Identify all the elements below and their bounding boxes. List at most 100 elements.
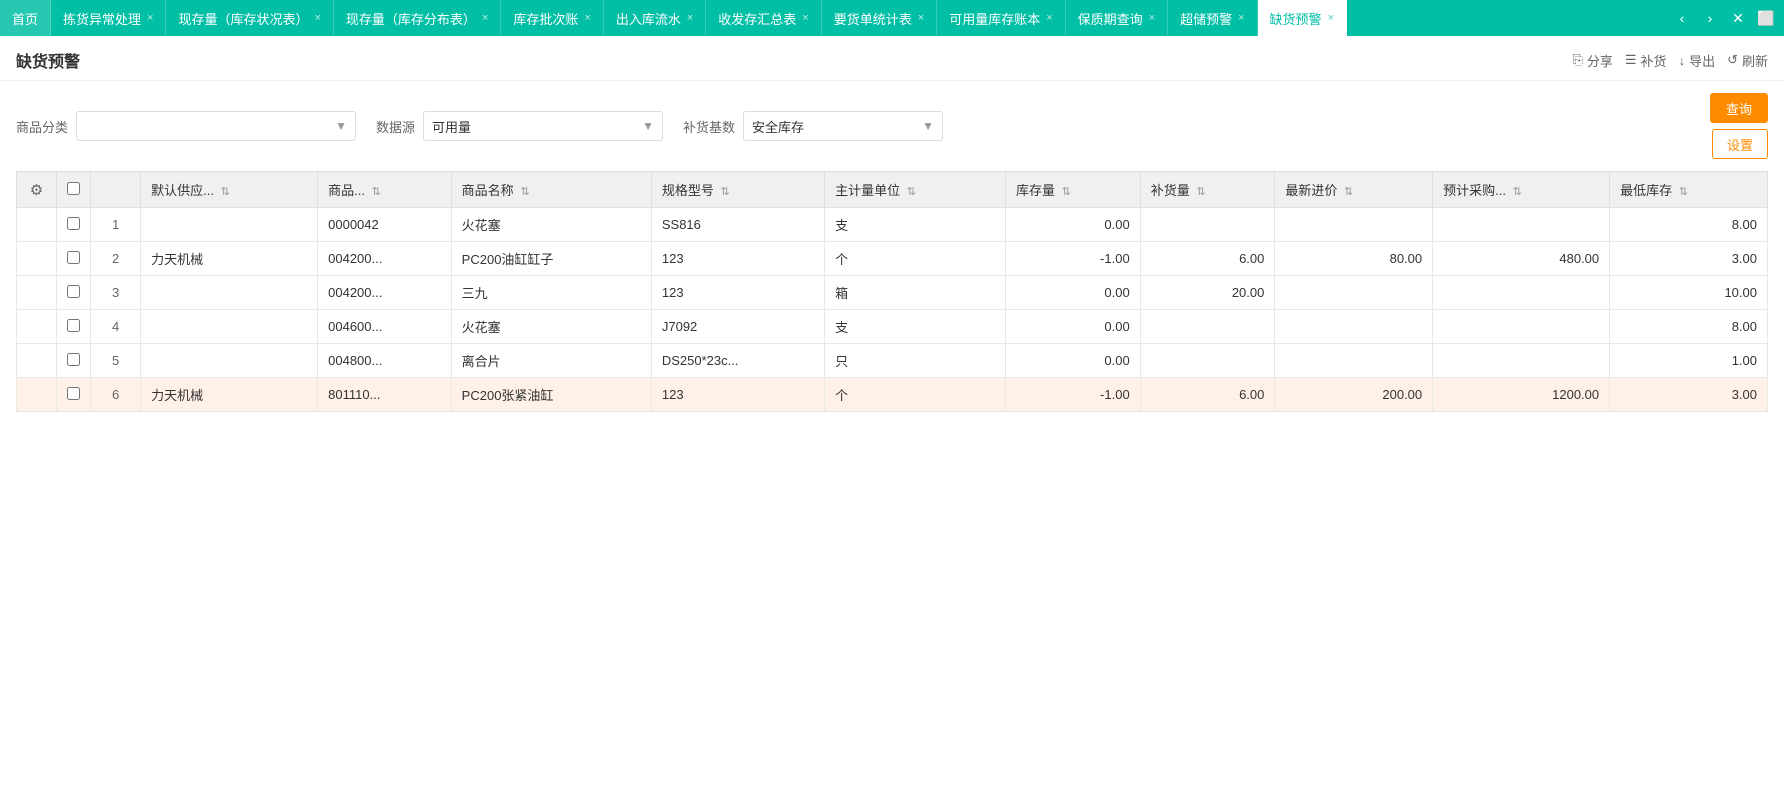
nav-tab-4-close[interactable]: × <box>584 12 590 24</box>
row-est-purchase: 480.00 <box>1433 242 1610 276</box>
table-row: 4 004600... 火花塞 J7092 支 0.00 8.00 <box>17 310 1768 344</box>
row-replenish <box>1140 344 1275 378</box>
nav-tab-5-close[interactable]: × <box>687 12 693 24</box>
col-product-name-label: 商品名称 <box>462 183 514 198</box>
row-checkbox-cell <box>57 242 91 276</box>
category-arrow-icon: ▼ <box>335 119 347 133</box>
row-spec: 123 <box>651 276 824 310</box>
nav-tab-9-close[interactable]: × <box>1149 12 1155 24</box>
row-product-code: 0000042 <box>318 208 452 242</box>
row-settings-cell <box>17 208 57 242</box>
nav-tab-2[interactable]: 现存量（库存状况表） × <box>166 0 333 36</box>
col-replenish[interactable]: 补货量 ⇅ <box>1140 172 1275 208</box>
nav-close-button[interactable]: ✕ <box>1724 4 1752 32</box>
row-est-purchase <box>1433 208 1610 242</box>
row-checkbox-0[interactable] <box>67 217 80 230</box>
col-est-purchase[interactable]: 预计采购... ⇅ <box>1433 172 1610 208</box>
settings-button[interactable]: 设置 <box>1712 129 1768 159</box>
col-unit[interactable]: 主计量单位 ⇅ <box>825 172 1006 208</box>
table-row: 6 力天机械 801110... PC200张紧油缸 123 个 -1.00 6… <box>17 378 1768 412</box>
nav-maximize-button[interactable]: ⬜ <box>1752 4 1780 32</box>
row-product-name: 火花塞 <box>451 208 651 242</box>
col-product-code[interactable]: 商品... ⇅ <box>318 172 452 208</box>
refresh-button[interactable]: ↺ 刷新 <box>1727 51 1768 70</box>
nav-tab-4[interactable]: 库存批次账 × <box>501 0 603 36</box>
row-checkbox-1[interactable] <box>67 251 80 264</box>
nav-tab-11-close[interactable]: × <box>1328 12 1334 24</box>
nav-tab-1[interactable]: 拣货异常处理 × <box>51 0 166 36</box>
row-checkbox-2[interactable] <box>67 285 80 298</box>
col-latest-price[interactable]: 最新进价 ⇅ <box>1275 172 1433 208</box>
datasource-select[interactable]: 可用量 ▼ <box>423 111 663 141</box>
row-checkbox-cell <box>57 310 91 344</box>
sort-spec-icon: ⇅ <box>721 186 730 198</box>
row-checkbox-5[interactable] <box>67 387 80 400</box>
row-product-code: 004200... <box>318 242 452 276</box>
row-min-stock: 8.00 <box>1610 310 1768 344</box>
replenish-button[interactable]: ☰ 补货 <box>1625 51 1667 70</box>
row-spec: DS250*23c... <box>651 344 824 378</box>
row-unit: 箱 <box>825 276 1006 310</box>
col-stock[interactable]: 库存量 ⇅ <box>1006 172 1141 208</box>
nav-prev-button[interactable]: ‹ <box>1668 4 1696 32</box>
nav-tab-8-close[interactable]: × <box>1046 12 1052 24</box>
col-settings[interactable]: ⚙ <box>17 172 57 208</box>
row-num: 5 <box>91 344 141 378</box>
col-stock-label: 库存量 <box>1016 183 1055 198</box>
nav-tab-6[interactable]: 收发存汇总表 × <box>706 0 821 36</box>
page-title: 缺货预警 <box>16 48 80 72</box>
share-icon: ⎘ <box>1572 52 1582 68</box>
select-all-checkbox[interactable] <box>67 182 80 195</box>
row-est-purchase: 1200.00 <box>1433 378 1610 412</box>
col-product-name[interactable]: 商品名称 ⇅ <box>451 172 651 208</box>
nav-tab-3[interactable]: 现存量（库存分布表） × <box>334 0 501 36</box>
filter-buttons: 查询 设置 <box>1710 93 1768 159</box>
category-select[interactable]: ▼ <box>76 111 356 141</box>
nav-tab-7-label: 要货单统计表 <box>834 9 912 28</box>
row-checkbox-4[interactable] <box>67 353 80 366</box>
share-button[interactable]: ⎘ 分享 <box>1572 51 1612 70</box>
row-supplier: 力天机械 <box>141 242 318 276</box>
replenish-base-arrow-icon: ▼ <box>922 119 934 133</box>
query-button[interactable]: 查询 <box>1710 93 1768 123</box>
nav-tab-10[interactable]: 超储预警 × <box>1168 0 1257 36</box>
datasource-arrow-icon: ▼ <box>642 119 654 133</box>
col-min-stock[interactable]: 最低库存 ⇅ <box>1610 172 1768 208</box>
row-replenish: 6.00 <box>1140 242 1275 276</box>
table-row: 5 004800... 离合片 DS250*23c... 只 0.00 1.00 <box>17 344 1768 378</box>
nav-tab-2-close[interactable]: × <box>314 12 320 24</box>
sort-unit-icon: ⇅ <box>907 186 916 198</box>
nav-tab-7-close[interactable]: × <box>918 12 924 24</box>
table-wrapper: ⚙ 默认供应... ⇅ 商品... ⇅ 商品名称 <box>0 171 1784 412</box>
col-num <box>91 172 141 208</box>
nav-tab-3-close[interactable]: × <box>482 12 488 24</box>
export-label: 导出 <box>1689 51 1715 70</box>
row-spec: J7092 <box>651 310 824 344</box>
row-product-code: 004800... <box>318 344 452 378</box>
nav-tab-1-label: 拣货异常处理 <box>63 9 141 28</box>
col-checkbox <box>57 172 91 208</box>
nav-tab-9[interactable]: 保质期查询 × <box>1066 0 1168 36</box>
sort-code-icon: ⇅ <box>372 186 381 198</box>
row-supplier <box>141 276 318 310</box>
row-min-stock: 10.00 <box>1610 276 1768 310</box>
table-body: 1 0000042 火花塞 SS816 支 0.00 8.00 2 力天机械 0… <box>17 208 1768 412</box>
nav-tab-home[interactable]: 首页 <box>0 0 51 36</box>
col-spec[interactable]: 规格型号 ⇅ <box>651 172 824 208</box>
replenish-base-select[interactable]: 安全库存 ▼ <box>743 111 943 141</box>
row-checkbox-3[interactable] <box>67 319 80 332</box>
nav-next-button[interactable]: › <box>1696 4 1724 32</box>
col-supplier[interactable]: 默认供应... ⇅ <box>141 172 318 208</box>
nav-tab-7[interactable]: 要货单统计表 × <box>822 0 937 36</box>
filter-area: 商品分类 ▼ 数据源 可用量 ▼ 补货基数 安全库存 ▼ 查询 设置 <box>0 81 1784 171</box>
nav-tab-10-close[interactable]: × <box>1238 12 1244 24</box>
nav-tab-11[interactable]: 缺货预警 × <box>1258 0 1347 36</box>
table-row: 1 0000042 火花塞 SS816 支 0.00 8.00 <box>17 208 1768 242</box>
row-replenish: 20.00 <box>1140 276 1275 310</box>
gear-icon[interactable]: ⚙ <box>30 182 43 199</box>
nav-tab-6-close[interactable]: × <box>802 12 808 24</box>
nav-tab-1-close[interactable]: × <box>147 12 153 24</box>
export-button[interactable]: ↓ 导出 <box>1679 51 1716 70</box>
nav-tab-8[interactable]: 可用量库存账本 × <box>937 0 1065 36</box>
nav-tab-5[interactable]: 出入库流水 × <box>604 0 706 36</box>
